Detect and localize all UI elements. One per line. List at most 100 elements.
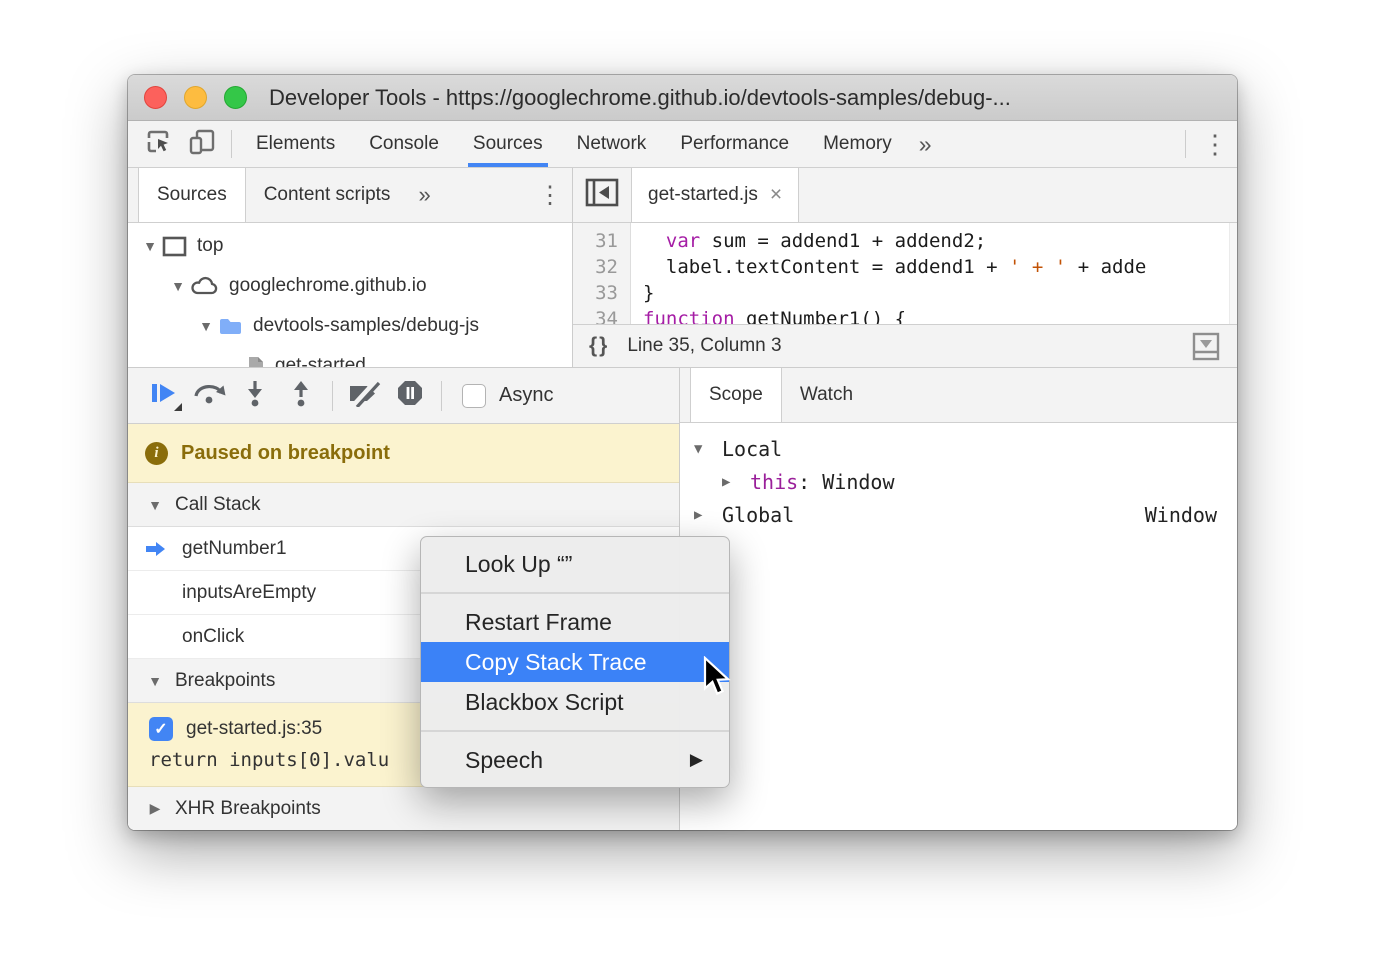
tree-item-get-started[interactable]: get-started (128, 346, 572, 367)
deactivate-breakpoints-button[interactable] (341, 377, 387, 415)
code-line: 31 var sum = addend1 + addend2; (573, 228, 1237, 254)
pause-on-exceptions-icon (396, 379, 424, 412)
menu-item-look-up[interactable]: Look Up “” (421, 544, 729, 584)
chevron-right-icon: ▶ (143, 800, 167, 817)
close-tab-icon[interactable]: × (770, 183, 782, 207)
async-checkbox[interactable] (462, 384, 486, 408)
context-menu: Look Up “” Restart Frame Copy Stack TraceB… (420, 536, 730, 788)
pretty-print-icon[interactable]: {} (589, 334, 609, 358)
tree-item-label: top (197, 235, 223, 257)
line-number[interactable]: 32 (573, 254, 630, 280)
tree-item-label: devtools-samples/debug-js (253, 315, 479, 337)
tree-item-googlechrome-github-io[interactable]: ▼ googlechrome.github.io (128, 266, 572, 306)
tab-performance[interactable]: Performance (663, 121, 806, 167)
tree-item-top[interactable]: ▼ top (128, 226, 572, 266)
tab-content-scripts[interactable]: Content scripts (246, 168, 409, 222)
async-toggle-group: Async (462, 384, 553, 408)
file-navigator-pane: Sources Content scripts » ⋮ ▼ top ▼ googlec… (128, 168, 573, 367)
code-editor: 31 var sum = addend1 + addend2;32 label.… (573, 223, 1237, 324)
chevron-right-icon[interactable]: ▶ (722, 474, 750, 490)
panel-tabs: ElementsConsoleSourcesNetworkPerformance… (239, 121, 909, 167)
navigator-kebab-menu-icon[interactable]: ⋮ (528, 168, 572, 222)
frame-name: getNumber1 (182, 538, 287, 560)
resume-script-button[interactable] (140, 377, 186, 415)
scope-item-global[interactable]: ▶GlobalWindow (694, 498, 1223, 531)
resume-icon (149, 381, 177, 410)
menu-item-speech[interactable]: Speech▶ (421, 740, 729, 780)
scope-item-name: Global (722, 503, 794, 527)
tab-sources[interactable]: Sources (456, 121, 560, 167)
tab-memory[interactable]: Memory (806, 121, 909, 167)
tab-elements[interactable]: Elements (239, 121, 352, 167)
scope-tree: ▼Local▶this: Window▶GlobalWindow (680, 423, 1237, 830)
step-over-icon (192, 380, 226, 411)
toolbar-divider (231, 130, 232, 158)
tree-expander-icon[interactable]: ▼ (138, 238, 162, 254)
scope-tab-strip: Scope Watch (680, 368, 1237, 423)
tree-item-label: get-started (275, 355, 366, 367)
tab-scope[interactable]: Scope (690, 368, 782, 422)
menu-item-blackbox-script[interactable]: Blackbox Script (421, 682, 729, 722)
tree-item-devtools-samples-debug-js[interactable]: ▼ devtools-samples/debug-js (128, 306, 572, 346)
window-titlebar[interactable]: Developer Tools - https://googlechrome.g… (128, 75, 1237, 121)
scope-item-this[interactable]: ▶this: Window (722, 465, 1223, 498)
zoom-window-button[interactable] (224, 86, 247, 109)
tree-expander-icon[interactable]: ▼ (166, 278, 190, 294)
line-number[interactable]: 33 (573, 280, 630, 306)
tree-item-label: googlechrome.github.io (229, 275, 427, 297)
tree-expander-icon[interactable]: ▼ (194, 318, 218, 334)
step-into-button[interactable] (232, 377, 278, 415)
menu-item-copy-stack-trace[interactable]: Copy Stack Trace (421, 642, 729, 682)
hide-navigator-button[interactable] (573, 168, 631, 222)
toggle-device-toolbar-button[interactable] (180, 121, 224, 167)
kebab-menu-icon[interactable]: ⋮ (1193, 121, 1237, 167)
step-out-button[interactable] (278, 377, 324, 415)
pause-on-exceptions-button[interactable] (387, 377, 433, 415)
window-title: Developer Tools - https://googlechrome.g… (269, 85, 1011, 111)
toolbar-divider (1185, 130, 1186, 158)
breakpoint-checkbox[interactable]: ✓ (149, 717, 173, 741)
resume-dropdown-caret (174, 403, 182, 411)
menu-separator (421, 592, 729, 594)
tab-watch[interactable]: Watch (782, 368, 871, 422)
drawer-icon[interactable] (1191, 331, 1221, 362)
tab-sources-pane[interactable]: Sources (138, 168, 246, 222)
paused-banner: i Paused on breakpoint (128, 424, 679, 483)
async-label: Async (499, 384, 553, 407)
frame-name: inputsAreEmpty (182, 582, 316, 604)
minimize-window-button[interactable] (184, 86, 207, 109)
code-text: } (630, 280, 654, 306)
code-line: 34function getNumber1() { (573, 306, 1237, 324)
cloud-icon (190, 276, 219, 296)
code-text: function getNumber1() { (630, 306, 906, 324)
xhr-breakpoints-title: XHR Breakpoints (175, 798, 321, 820)
file-tree: ▼ top ▼ googlechrome.github.io ▼ devtools-sam… (128, 223, 572, 367)
xhr-breakpoints-header[interactable]: ▶ XHR Breakpoints (128, 787, 679, 830)
editor-statusbar: {} Line 35, Column 3 (573, 324, 1237, 367)
step-out-icon (289, 379, 313, 412)
traffic-lights (144, 86, 247, 109)
editor-tab-get-started[interactable]: get-started.js × (631, 168, 799, 222)
call-stack-header[interactable]: ▼ Call Stack (128, 483, 679, 527)
desktop: Developer Tools - https://googlechrome.g… (0, 0, 1388, 965)
collapse-panel-icon (584, 177, 620, 213)
menu-item-restart-frame[interactable]: Restart Frame (421, 602, 729, 642)
more-panels-icon[interactable]: » (909, 121, 942, 167)
tab-network[interactable]: Network (560, 121, 664, 167)
step-over-button[interactable] (186, 377, 232, 415)
menu-item-label: Restart Frame (465, 609, 612, 636)
scope-item-local[interactable]: ▼Local (694, 432, 1223, 465)
navigator-tab-strip: Sources Content scripts » ⋮ (128, 168, 572, 223)
more-navigator-tabs-icon[interactable]: » (408, 168, 440, 222)
sources-upper-area: Sources Content scripts » ⋮ ▼ top ▼ googlec… (128, 168, 1237, 368)
chevron-down-icon[interactable]: ▼ (694, 441, 722, 457)
line-number[interactable]: 31 (573, 228, 630, 254)
editor-pane: get-started.js × 31 var sum = addend1 + … (573, 168, 1237, 367)
tab-console[interactable]: Console (352, 121, 456, 167)
inspect-element-button[interactable] (136, 121, 180, 167)
chevron-right-icon[interactable]: ▶ (694, 507, 722, 523)
editor-tab-label: get-started.js (648, 184, 758, 206)
scope-item-value: : Window (798, 470, 894, 494)
line-number[interactable]: 34 (573, 306, 630, 324)
close-window-button[interactable] (144, 86, 167, 109)
